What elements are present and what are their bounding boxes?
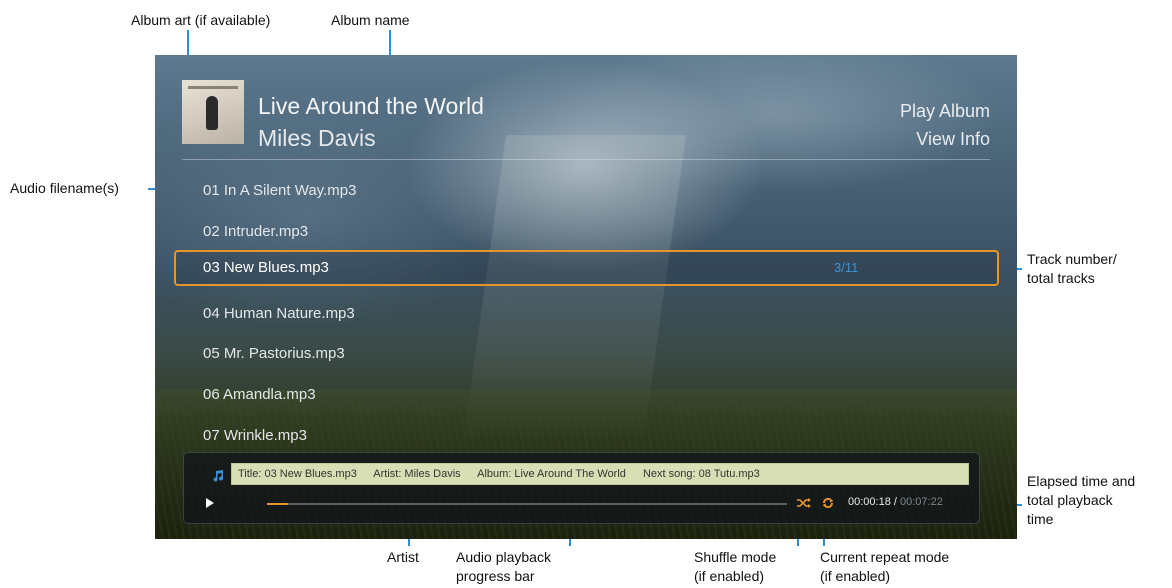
- album-art: [182, 80, 244, 144]
- track-item[interactable]: 01 In A Silent Way.mp3: [203, 182, 356, 199]
- annotation-elapsed-line1: Elapsed time and: [1027, 473, 1136, 489]
- track-item[interactable]: 04 Human Nature.mp3: [203, 305, 355, 322]
- annotation-album-name: Album name: [331, 12, 410, 28]
- time-separator: /: [890, 496, 900, 508]
- progress-bar[interactable]: [267, 503, 787, 505]
- annotation-shuffle-line2: (if enabled): [694, 568, 765, 584]
- annotation-progress-line1: Audio playback: [456, 549, 551, 565]
- track-name: 03 New Blues.mp3: [203, 259, 329, 276]
- annotation-repeat-line2: (if enabled): [820, 568, 891, 584]
- total-time: 00:07:22: [900, 496, 943, 508]
- play-icon[interactable]: [206, 498, 214, 508]
- now-playing-next: Next song: 08 Tutu.mp3: [642, 468, 760, 480]
- album-artist: Miles Davis: [258, 125, 376, 151]
- music-note-icon: [213, 470, 224, 482]
- annotation-progress-line2: progress bar: [456, 568, 535, 584]
- annotation-elapsed-line2: total playback: [1027, 492, 1113, 508]
- annotation-audio-filenames: Audio filename(s): [10, 180, 119, 196]
- track-item[interactable]: 02 Intruder.mp3: [203, 223, 308, 240]
- view-info-button[interactable]: View Info: [916, 129, 990, 150]
- elapsed-time: 00:00:18: [848, 496, 891, 508]
- track-count: 3/11: [834, 260, 859, 275]
- album-title: Live Around the World: [258, 93, 484, 119]
- progress-bar-fill: [267, 503, 288, 505]
- track-item[interactable]: 06 Amandla.mp3: [203, 386, 316, 403]
- annotation-track-number-line1: Track number/: [1027, 251, 1117, 267]
- header-divider: [182, 159, 990, 160]
- track-item[interactable]: 07 Wrinkle.mp3: [203, 427, 307, 444]
- now-playing-artist: Artist: Miles Davis: [373, 468, 461, 480]
- now-playing-panel: Title: 03 New Blues.mp3 Artist: Miles Da…: [183, 452, 980, 524]
- now-playing-info-bar: Title: 03 New Blues.mp3 Artist: Miles Da…: [231, 463, 969, 485]
- repeat-icon[interactable]: [821, 496, 835, 510]
- playback-time: 00:00:18 / 00:07:22: [848, 496, 943, 508]
- annotation-track-number-line2: total tracks: [1027, 270, 1095, 286]
- media-player-screen: Live Around the World Miles Davis Play A…: [155, 55, 1017, 539]
- track-item-selected[interactable]: 03 New Blues.mp3 3/11: [174, 250, 999, 286]
- annotation-repeat-line1: Current repeat mode: [820, 549, 950, 565]
- track-item[interactable]: 05 Mr. Pastorius.mp3: [203, 345, 345, 362]
- annotation-artist: Artist: [387, 549, 419, 565]
- now-playing-title: Title: 03 New Blues.mp3: [238, 468, 357, 480]
- annotation-elapsed-line3: time: [1027, 511, 1054, 527]
- play-album-button[interactable]: Play Album: [900, 101, 990, 122]
- now-playing-album: Album: Live Around The World: [477, 468, 626, 480]
- annotation-shuffle-line1: Shuffle mode: [694, 549, 777, 565]
- shuffle-icon[interactable]: [797, 497, 811, 509]
- annotation-album-art: Album art (if available): [131, 12, 271, 28]
